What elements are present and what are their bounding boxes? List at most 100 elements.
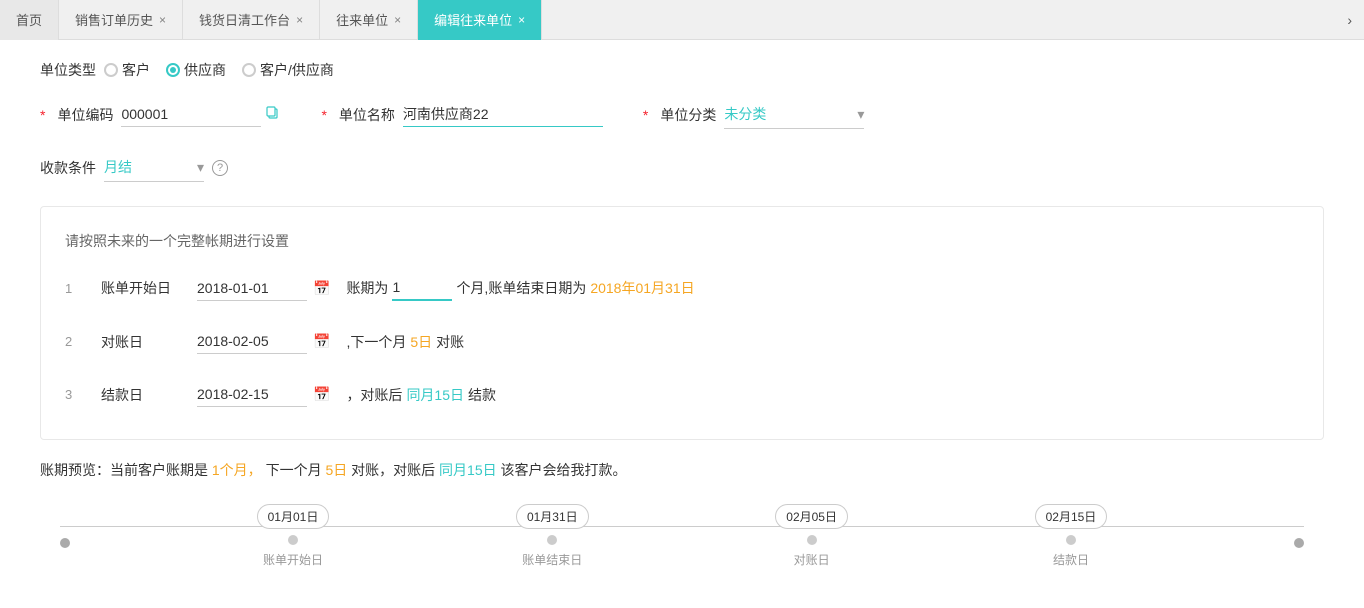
row-1-period-prefix: 账期为 — [346, 278, 388, 298]
period-row-3: 3 结款日 📅 ，对账后 同月15日 结款 — [65, 382, 1299, 407]
radio-supplier[interactable]: 供应商 — [166, 60, 226, 80]
timeline-date-2: 01月31日 — [516, 504, 589, 529]
radio-customer-supplier-circle — [242, 63, 256, 77]
preview-mid-text: 下一个月 — [266, 462, 322, 478]
radio-customer-circle — [104, 63, 118, 77]
row-3-calendar-icon[interactable]: 📅 — [313, 386, 330, 403]
tab-partner-unit[interactable]: 往来单位 × — [320, 0, 418, 40]
preview-text: 账期预览：当前客户账期是 1个月， 下一个月 5日 对账，对账后 同月15日 该… — [40, 460, 1324, 480]
radio-supplier-circle — [166, 63, 180, 77]
timeline-start-circle — [60, 538, 70, 548]
unit-code-copy-icon[interactable] — [265, 105, 281, 124]
payment-condition-value: 月结 — [104, 157, 189, 177]
unit-code-required: * — [40, 107, 45, 123]
radio-customer-label: 客户 — [122, 60, 150, 80]
period-row-1: 1 账单开始日 📅 账期为 个月,账单结束日期为 2018年01月31日 — [65, 275, 1299, 301]
row-2-num: 2 — [65, 334, 85, 349]
tab-cash-work[interactable]: 钱货日清工作台 × — [183, 0, 320, 40]
unit-name-input[interactable] — [403, 102, 603, 127]
card-title: 请按照未来的一个完整帐期进行设置 — [65, 231, 1299, 251]
row-1-calendar-icon[interactable]: 📅 — [313, 280, 330, 297]
preview-day-highlight: 5日 — [325, 462, 347, 478]
unit-code-input-wrapper — [121, 102, 281, 127]
row-3-desc-suffix: 结款 — [468, 385, 496, 405]
timeline-date-1: 01月01日 — [257, 504, 330, 529]
timeline-label-4: 结款日 — [1053, 551, 1089, 568]
timeline-container: 01月01日 账单开始日 01月31日 账单结束日 02月05日 对账日 02月… — [40, 504, 1324, 568]
timeline-point-4: 02月15日 结款日 — [1035, 504, 1108, 568]
preview-period-highlight: 1个月， — [212, 462, 262, 478]
row-2-date-wrapper: 📅 — [197, 329, 330, 354]
payment-condition-label: 收款条件 — [40, 158, 96, 178]
close-partner-unit-icon[interactable]: × — [394, 13, 401, 27]
unit-code-input[interactable] — [121, 102, 261, 127]
row-1-period-suffix: 个月,账单结束日期为 — [456, 278, 586, 298]
close-sales-history-icon[interactable]: × — [159, 13, 166, 27]
timeline-dot-4 — [1066, 535, 1076, 545]
timeline-point-3: 02月05日 对账日 — [775, 504, 848, 568]
unit-type-label: 单位类型 — [40, 60, 96, 80]
payment-condition-select[interactable]: 月结 ▾ — [104, 153, 204, 182]
timeline-end-dot — [1294, 538, 1304, 548]
radio-customer[interactable]: 客户 — [104, 60, 150, 80]
row-3-label: 结款日 — [101, 385, 181, 405]
tab-sales-history-label: 销售订单历史 — [75, 10, 153, 29]
radio-customer-supplier[interactable]: 客户/供应商 — [242, 60, 334, 80]
row-2-calendar-icon[interactable]: 📅 — [313, 333, 330, 350]
row-2-day-highlight: 5日 — [410, 332, 432, 352]
row-3-desc-prefix: ，对账后 — [346, 385, 402, 405]
tab-more-button[interactable]: › — [1335, 0, 1364, 40]
unit-name-group: * 单位名称 — [321, 102, 602, 127]
timeline-date-3: 02月05日 — [775, 504, 848, 529]
unit-code-label: 单位编码 — [57, 105, 113, 125]
timeline-label-2: 账单结束日 — [522, 551, 582, 568]
timeline-points: 01月01日 账单开始日 01月31日 账单结束日 02月05日 对账日 02月… — [60, 504, 1304, 568]
close-edit-partner-icon[interactable]: × — [518, 13, 525, 27]
row-2-date-input[interactable] — [197, 329, 307, 354]
unit-type-radio-group: 客户 供应商 客户/供应商 — [104, 60, 334, 80]
row-1-label: 账单开始日 — [101, 278, 181, 298]
row-3-period-desc: ，对账后 同月15日 结款 — [346, 385, 496, 405]
tab-sales-history[interactable]: 销售订单历史 × — [59, 0, 183, 40]
radio-supplier-label: 供应商 — [184, 60, 226, 80]
row-2-desc-prefix: ,下一个月 — [346, 332, 406, 352]
row-3-date-wrapper: 📅 — [197, 382, 330, 407]
row-1-num: 1 — [65, 281, 85, 296]
tab-edit-partner-label: 编辑往来单位 — [434, 10, 512, 29]
timeline-dot-2 — [547, 535, 557, 545]
main-content: 单位类型 客户 供应商 客户/供应商 * 单位编码 — [0, 40, 1364, 608]
tab-more-icon: › — [1347, 12, 1352, 28]
row-3-date-input[interactable] — [197, 382, 307, 407]
period-settings-card: 请按照未来的一个完整帐期进行设置 1 账单开始日 📅 账期为 个月,账单结束日期… — [40, 206, 1324, 440]
timeline-date-4: 02月15日 — [1035, 504, 1108, 529]
payment-condition-help-icon[interactable]: ? — [212, 160, 228, 176]
row-1-date-wrapper: 📅 — [197, 276, 330, 301]
period-row-2: 2 对账日 📅 ,下一个月 5日 对账 — [65, 329, 1299, 354]
unit-name-label: 单位名称 — [339, 105, 395, 125]
row-1-period-desc: 账期为 个月,账单结束日期为 2018年01月31日 — [346, 275, 694, 301]
timeline-dot-1 — [288, 535, 298, 545]
timeline-point-1: 01月01日 账单开始日 — [257, 504, 330, 568]
tab-edit-partner[interactable]: 编辑往来单位 × — [418, 0, 542, 40]
row-2-period-desc: ,下一个月 5日 对账 — [346, 332, 464, 352]
unit-class-group: * 单位分类 未分类 ▾ — [643, 100, 864, 129]
tab-bar: 首页 销售订单历史 × 钱货日清工作台 × 往来单位 × 编辑往来单位 × › — [0, 0, 1364, 40]
row-1-date-input[interactable] — [197, 276, 307, 301]
tab-home-label: 首页 — [16, 10, 42, 29]
unit-class-select[interactable]: 未分类 ▾ — [724, 100, 864, 129]
row-2-desc-suffix: 对账 — [436, 332, 464, 352]
timeline-label-1: 账单开始日 — [263, 551, 323, 568]
unit-code-group: * 单位编码 — [40, 102, 281, 127]
unit-class-label: 单位分类 — [660, 105, 716, 125]
unit-class-required: * — [643, 107, 648, 123]
timeline-point-2: 01月31日 账单结束日 — [516, 504, 589, 568]
row-3-num: 3 — [65, 387, 85, 402]
timeline-dot-3 — [807, 535, 817, 545]
unit-type-row: 单位类型 客户 供应商 客户/供应商 — [40, 60, 1324, 80]
tab-cash-work-label: 钱货日清工作台 — [199, 10, 290, 29]
tab-partner-unit-label: 往来单位 — [336, 10, 388, 29]
tab-home[interactable]: 首页 — [0, 0, 59, 40]
close-cash-work-icon[interactable]: × — [296, 13, 303, 27]
row-3-day-highlight: 同月15日 — [406, 385, 464, 405]
row-1-month-input[interactable] — [392, 275, 452, 301]
